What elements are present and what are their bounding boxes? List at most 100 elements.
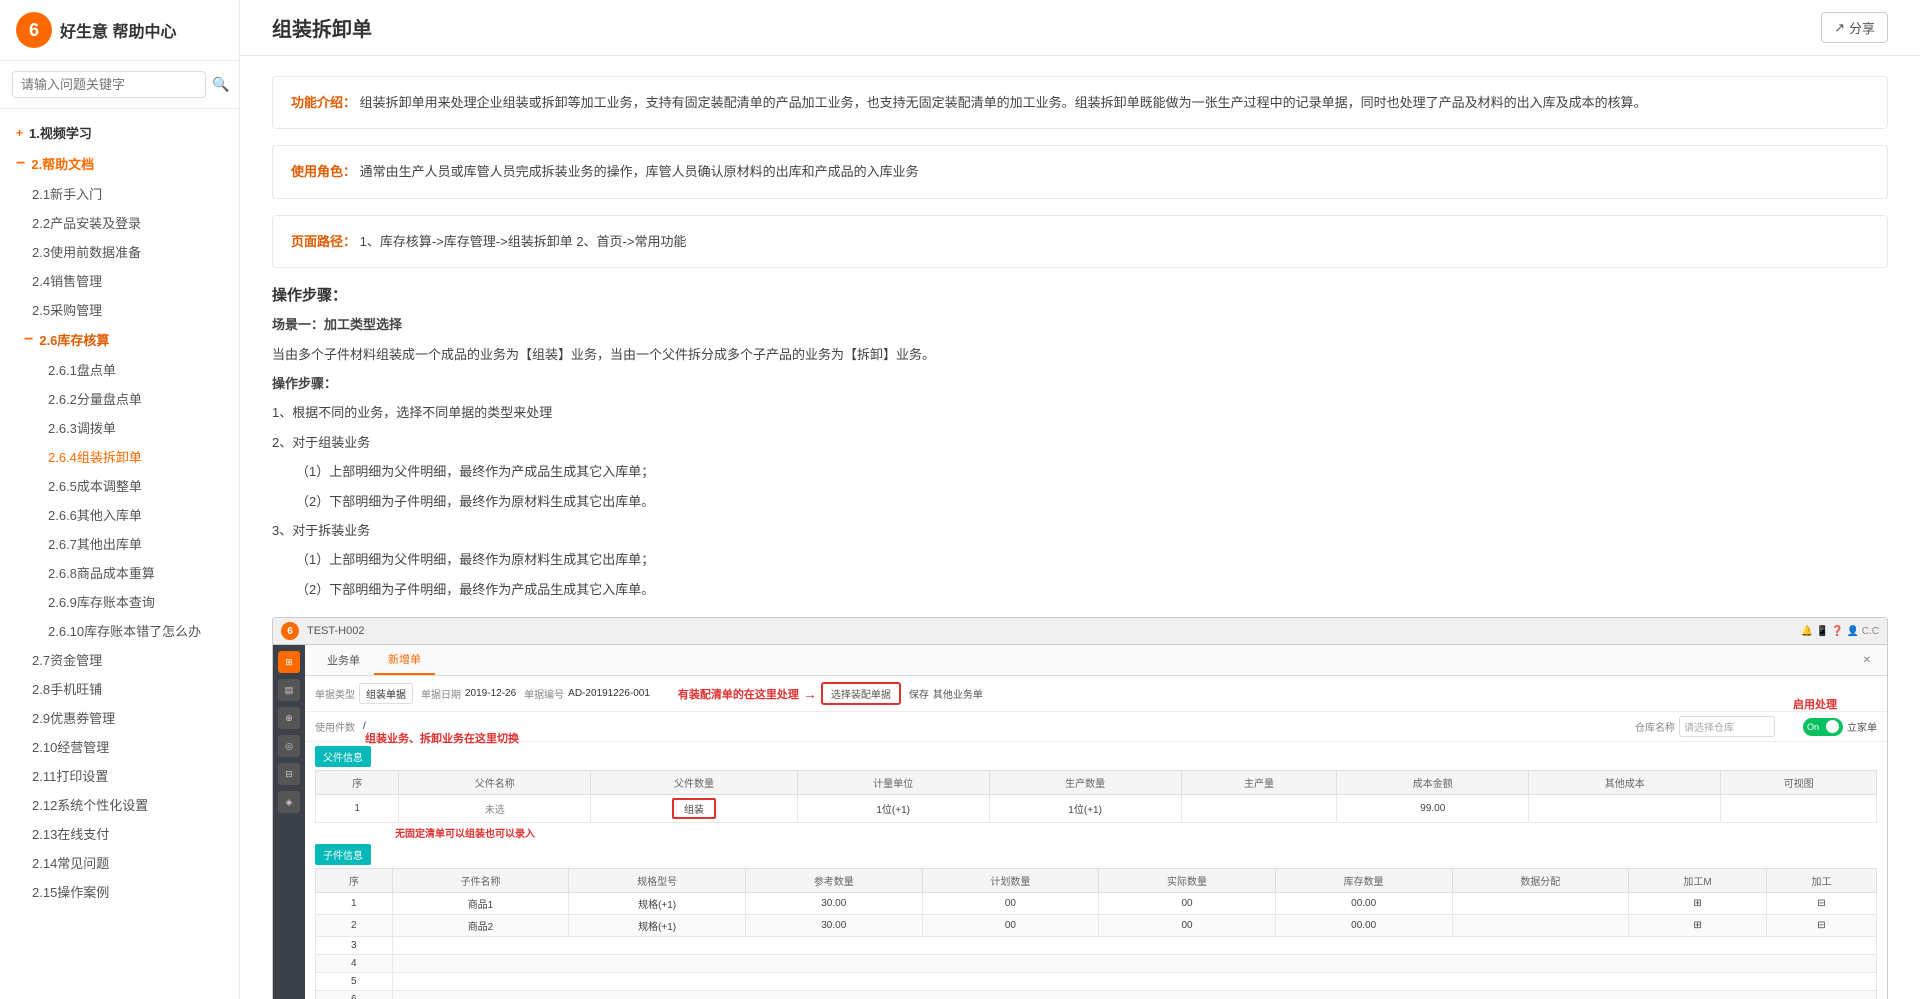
- ss-top-table: 序 父件名称 父件数量 计量单位 生产数量 主产量 成本金额 其他成本 可视图: [315, 770, 1877, 823]
- sidebar-item-2-2[interactable]: 2.2产品安装及登录: [0, 208, 239, 237]
- sidebar-item-2-6-8[interactable]: 2.6.8商品成本重算: [0, 558, 239, 587]
- share-button[interactable]: ↗ 分享: [1821, 12, 1888, 43]
- role-text: 通常由生产人员或库管人员完成拆装业务的操作，库管人员确认原材料的出库和产成品的入…: [360, 164, 919, 179]
- ss-col-view: 可视图: [1721, 771, 1877, 795]
- sidebar-item-2-6[interactable]: − 2.6库存核算: [0, 324, 239, 355]
- ss-count-label: 使用件数: [315, 719, 355, 734]
- sidebar-item-2-6-7[interactable]: 2.6.7其他出库单: [0, 529, 239, 558]
- main-content: 组装拆卸单 ↗ 分享 功能介绍： 组装拆卸单用来处理企业组装或拆卸等加工业务，支…: [240, 0, 1920, 999]
- ss-col-no: 序: [316, 771, 399, 795]
- ss-red-input[interactable]: 组装: [672, 798, 716, 819]
- main-header: 组装拆卸单 ↗ 分享: [240, 0, 1920, 56]
- plus-icon: +: [16, 126, 23, 140]
- ss-col-pnum: 父件数量: [591, 771, 797, 795]
- sidebar-item-2-1[interactable]: 2.1新手入门: [0, 179, 239, 208]
- ss-bot-r3-1: 3: [316, 937, 393, 955]
- ss-bot-r3-empty: [392, 937, 1876, 955]
- table-row: 1 未选 组装 1位(+1) 1位(+1) 99.00: [316, 795, 1877, 823]
- sidebar-item-2-11[interactable]: 2.11打印设置: [0, 761, 239, 790]
- annotation4-text: 无固定清单可以组装也可以录入: [395, 829, 535, 840]
- step2-1: （1）上部明细为父件明细，最终作为产成品生成其它入库单；: [296, 460, 1888, 483]
- sidebar-item-2-6-5[interactable]: 2.6.5成本调整单: [0, 471, 239, 500]
- sidebar-item-2-14[interactable]: 2.14常见问题: [0, 848, 239, 877]
- sidebar-item-1[interactable]: + 1.视频学习: [0, 117, 239, 148]
- annotation1-arrow: →: [803, 686, 817, 702]
- ss-cell-empty3: [1181, 795, 1337, 823]
- ss-table-top-header: 父件信息: [315, 746, 371, 767]
- page-title: 组装拆卸单: [272, 13, 372, 42]
- ss-tab-new[interactable]: 新增单: [374, 645, 435, 675]
- ss-type-select[interactable]: 组装单据: [359, 683, 413, 704]
- ss-bot-r1-4: 30.00: [745, 893, 922, 915]
- sidebar-item-2-6-9[interactable]: 2.6.9库存账本查询: [0, 587, 239, 616]
- sidebar-item-2-8[interactable]: 2.8手机旺铺: [0, 674, 239, 703]
- screenshot-logo: 6: [281, 622, 299, 640]
- ss-close-icon[interactable]: ✕: [1863, 655, 1879, 666]
- sidebar-item-2-9[interactable]: 2.9优惠券管理: [0, 703, 239, 732]
- share-icon: ↗: [1834, 20, 1845, 36]
- ss-bot-col-stock: 库存数量: [1275, 869, 1452, 893]
- sidebar-item-2-13[interactable]: 2.13在线支付: [0, 819, 239, 848]
- role-block: 使用角色： 通常由生产人员或库管人员完成拆装业务的操作，库管人员确认原材料的出库…: [272, 145, 1888, 198]
- minus-icon-2: −: [24, 332, 33, 348]
- ss-bot-r1-3: 规格(+1): [569, 893, 746, 915]
- sidebar-item-2-15[interactable]: 2.15操作案例: [0, 877, 239, 906]
- ss-date-value: 2019-12-26: [465, 688, 516, 699]
- sidebar-item-2-12[interactable]: 2.12系统个性化设置: [0, 790, 239, 819]
- ss-bot-r2-6: 00: [1099, 915, 1276, 937]
- sidebar-item-2-6-2[interactable]: 2.6.2分量盘点单: [0, 384, 239, 413]
- intro-label: 功能介绍：: [291, 95, 356, 110]
- search-input[interactable]: [12, 71, 206, 98]
- ss-bot-col-spec: 规格型号: [569, 869, 746, 893]
- path-block: 页面路径： 1、库存核算->库存管理->组装拆卸单 2、首页->常用功能: [272, 215, 1888, 268]
- sidebar: 6 好生意 帮助中心 🔍 + 1.视频学习 − 2.帮助文档 2.1新手入门 2…: [0, 0, 240, 999]
- search-box: 🔍: [0, 61, 239, 109]
- ss-icon-home: ⊞: [278, 651, 300, 673]
- sidebar-item-2-10[interactable]: 2.10经营管理: [0, 732, 239, 761]
- ss-bot-col-name: 子件名称: [392, 869, 569, 893]
- ss-toggle-ball: [1826, 720, 1839, 733]
- step2: 2、对于组装业务: [272, 431, 1888, 454]
- ss-bot-r6-1: 6: [316, 991, 393, 999]
- ss-cell-empty6: [1721, 795, 1877, 823]
- step3: 3、对于拆装业务: [272, 519, 1888, 542]
- ss-other-btn[interactable]: 其他业务单: [933, 686, 983, 701]
- screenshot-app-name: TEST-H002: [307, 625, 364, 637]
- sidebar-item-2-6-3[interactable]: 2.6.3调拨单: [0, 413, 239, 442]
- sidebar-item-2-5[interactable]: 2.5采购管理: [0, 295, 239, 324]
- sidebar-item-2-4[interactable]: 2.4销售管理: [0, 266, 239, 295]
- annotation2-text: 组装业务、拆卸业务在这里切换: [365, 730, 519, 746]
- ss-form-row2: 使用件数 / 组装业务、拆卸业务在这里切换 仓库名称 请选择仓库: [305, 712, 1887, 742]
- ss-bot-col-op: 加工: [1766, 869, 1876, 893]
- ss-toggle-on[interactable]: On: [1803, 718, 1843, 736]
- ss-col-cost: 成本金额: [1337, 771, 1529, 795]
- sidebar-item-2-7[interactable]: 2.7资金管理: [0, 645, 239, 674]
- sidebar-item-2-6-6[interactable]: 2.6.6其他入库单: [0, 500, 239, 529]
- ss-no-label: 单据编号: [524, 686, 564, 701]
- ss-bot-r1-8: [1452, 893, 1629, 915]
- ss-table-bot-header: 子件信息: [315, 844, 371, 865]
- ss-confirm-btn[interactable]: 立家单: [1847, 719, 1877, 734]
- ss-form-header: 单据类型 组装单据 单据日期 2019-12-26 单据编号 AD-201912…: [305, 676, 1887, 712]
- ss-tab-business[interactable]: 业务单: [313, 646, 374, 674]
- ss-wh-input[interactable]: 请选择仓库: [1679, 716, 1775, 737]
- sidebar-item-2-6-4[interactable]: 2.6.4组装拆卸单: [0, 442, 239, 471]
- scene1-desc: 当由多个子件材料组装成一个成品的业务为【组装】业务，当由一个父件拆分成多个子产品…: [272, 343, 1888, 366]
- ss-bot-r4-1: 4: [316, 955, 393, 973]
- ss-cell-1: 1: [316, 795, 399, 823]
- ss-cell-empty1: 1位(+1): [797, 795, 989, 823]
- step3-2: （2）下部明细为子件明细，最终作为产成品生成其它入库单。: [296, 578, 1888, 601]
- sidebar-item-2-6-10[interactable]: 2.6.10库存账本错了怎么办: [0, 616, 239, 645]
- table-row: 4: [316, 955, 1877, 973]
- sidebar-item-2[interactable]: − 2.帮助文档: [0, 148, 239, 179]
- search-icon[interactable]: 🔍: [212, 76, 229, 93]
- sidebar-item-2-6-1[interactable]: 2.6.1盘点单: [0, 355, 239, 384]
- ss-bot-r2-10: ⊟: [1766, 915, 1876, 937]
- ss-date-label: 单据日期: [421, 686, 461, 701]
- ss-bot-r2-3: 规格(+1): [569, 915, 746, 937]
- ss-col-prod: 生产数量: [989, 771, 1181, 795]
- sidebar-item-2-3[interactable]: 2.3使用前数据准备: [0, 237, 239, 266]
- screenshot: 6 TEST-H002 🔔 📱 ❓ 👤 C.C ⊞ ▤ ⊕ ◎ ⊟ ◈: [272, 617, 1888, 999]
- ss-save-btn[interactable]: 保存: [909, 686, 929, 701]
- ss-warehouse-btn[interactable]: 选择装配单据: [821, 682, 901, 705]
